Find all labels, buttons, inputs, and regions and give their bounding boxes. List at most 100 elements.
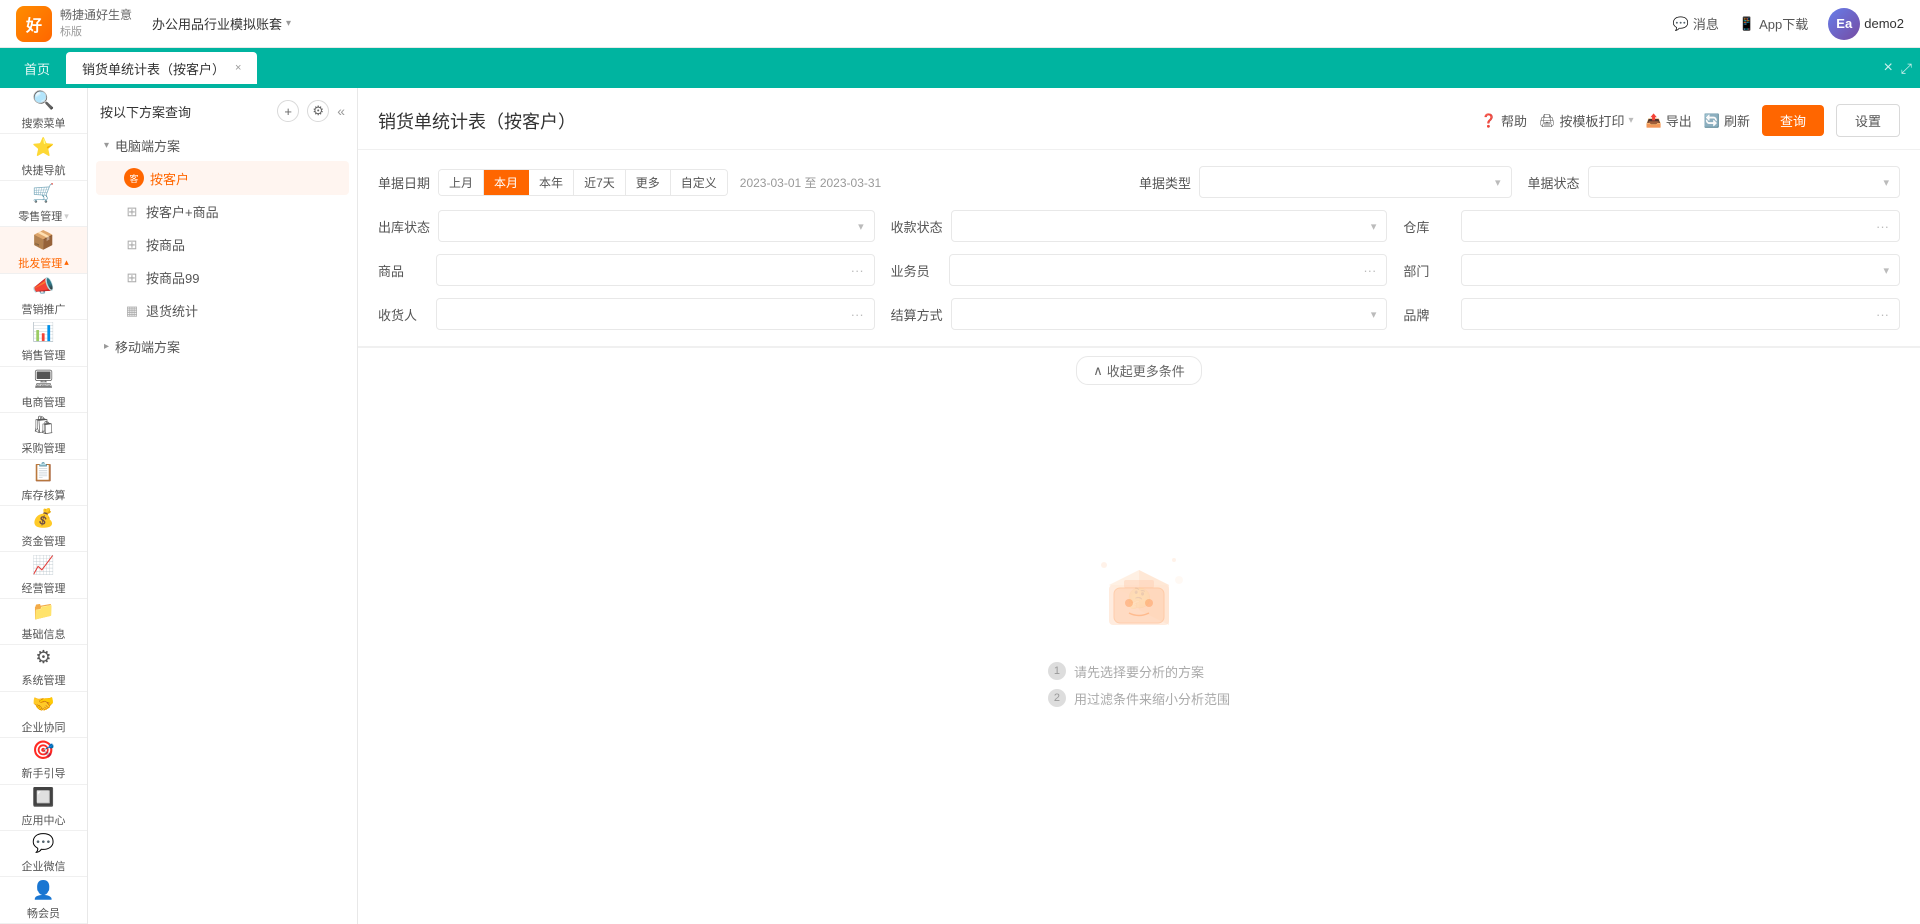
sidebar-item-wholesale[interactable]: 📦 批发管理 ▴ [0,227,87,273]
tree-group-mobile-header[interactable]: ▸ 移动端方案 [96,331,349,362]
bar-chart-icon: ▦ [124,303,140,319]
salesperson-label: 业务员 [891,261,941,280]
tree-chevron-right-icon: ▸ [104,341,109,352]
settings-scheme-button[interactable]: ⚙ [307,100,329,122]
sidebar-item-finance[interactable]: 💰 资金管理 [0,506,87,552]
tree-item-by-goods[interactable]: ⊞ 按商品 [96,228,349,261]
print-icon: 🖨 [1539,113,1556,129]
collapse-conditions-button[interactable]: ∧ 收起更多条件 [1076,356,1202,385]
goods-label: 商品 [378,261,428,280]
settings-button[interactable]: 设置 [1836,104,1900,137]
filter-field-date: 单据日期 上月 本月 本年 近7天 更多 自定义 2023-03-01 至 20… [378,169,1123,196]
chevron-down-icon: ▾ [286,18,291,29]
sidebar-item-wechat[interactable]: 💬 企业微信 [0,831,87,877]
sidebar-item-member[interactable]: 👤 畅会员 [0,877,87,923]
tree-item-by-customer-goods[interactable]: ⊞ 按客户+商品 [96,195,349,228]
add-scheme-button[interactable]: + [277,100,299,122]
sidebar-item-app-center[interactable]: 🔲 应用中心 [0,785,87,831]
doc-type-control[interactable]: ▾ [1199,166,1511,198]
message-action[interactable]: 💬 消息 [1673,14,1719,33]
tree-item-by-goods-99[interactable]: ⊞ 按商品99 [96,261,349,294]
sidebar: 🔍 搜索菜单 ⭐ 快捷导航 🛒 零售管理 ▾ 📦 批发管理 ▴ 📣 营销推广 [0,88,88,924]
empty-tip-1: 1 请先选择要分析的方案 [1048,662,1230,681]
sidebar-item-quick-nav[interactable]: ⭐ 快捷导航 [0,134,87,180]
member-icon: 👤 [32,880,54,901]
date-tab-this-year[interactable]: 本年 [529,170,574,195]
help-icon: ❓ [1481,113,1497,129]
tab-home[interactable]: 首页 [8,52,66,84]
sidebar-item-ecommerce[interactable]: 🖥 电商管理 [0,367,87,413]
template-print-action[interactable]: 🖨 按模板打印 ▾ [1539,111,1634,130]
export-icon: 📤 [1646,113,1662,129]
system-icon: ⚙ [35,647,51,668]
sidebar-item-sales[interactable]: 📊 销售管理 [0,320,87,366]
help-action[interactable]: ❓ 帮助 [1481,111,1527,130]
sidebar-basic-info-label: 基础信息 [22,626,66,642]
sidebar-item-enterprise[interactable]: 🤝 企业协同 [0,692,87,738]
date-tab-this-month[interactable]: 本月 [484,170,529,195]
app-download-label: App下载 [1759,14,1808,33]
goods-control[interactable]: ··· [436,254,875,286]
page-actions: ❓ 帮助 🖨 按模板打印 ▾ 📤 导出 🔄 刷新 查询 设置 [1481,104,1900,137]
sidebar-item-beginner[interactable]: 🎯 新手引导 [0,738,87,784]
consignee-control[interactable]: ··· [436,298,875,330]
doc-status-control[interactable]: ▾ [1588,166,1900,198]
settlement-control[interactable]: ▾ [951,298,1388,330]
goods-dots-icon: ··· [851,263,864,278]
out-status-control[interactable]: ▾ [438,210,875,242]
sidebar-quick-nav-label: 快捷导航 [22,162,66,178]
close-window-icon[interactable]: × [1883,59,1892,77]
sidebar-item-retail[interactable]: 🛒 零售管理 ▾ [0,181,87,227]
sidebar-item-system[interactable]: ⚙ 系统管理 [0,645,87,691]
salesperson-control[interactable]: ··· [949,254,1388,286]
retail-icon: 🛒 [32,183,54,204]
sidebar-item-inventory[interactable]: 📋 库存核算 [0,460,87,506]
export-action[interactable]: 📤 导出 [1646,111,1692,130]
sidebar-item-basic-info[interactable]: 📁 基础信息 [0,599,87,645]
sidebar-retail-label: 零售管理 [18,208,62,224]
sidebar-wechat-label: 企业微信 [22,858,66,874]
sidebar-item-search-menu[interactable]: 🔍 搜索菜单 [0,88,87,134]
export-label: 导出 [1666,111,1692,130]
app-download-action[interactable]: 📱 App下载 [1739,14,1808,33]
tab-sales-stats[interactable]: 销货单统计表（按客户） × [66,52,257,84]
sidebar-item-purchase[interactable]: 🛍 采购管理 [0,413,87,459]
tree-group-desktop-header[interactable]: ▾ 电脑端方案 [96,130,349,161]
tree-item-return-stats[interactable]: ▦ 退货统计 [96,294,349,327]
tab-close-icon[interactable]: × [235,62,241,74]
sidebar-item-operations[interactable]: 📈 经营管理 [0,552,87,598]
retail-arrow-icon: ▾ [64,211,69,222]
sidebar-item-marketing[interactable]: 📣 营销推广 [0,274,87,320]
refresh-icon: 🔄 [1704,113,1720,129]
filter-field-doc-status: 单据状态 ▾ [1528,166,1901,198]
filter-row-1: 单据日期 上月 本月 本年 近7天 更多 自定义 2023-03-01 至 20… [378,166,1900,198]
app-selector-text: 办公用品行业模拟账套 [152,14,282,33]
tree-group-mobile: ▸ 移动端方案 [96,331,349,362]
basic-info-icon: 📁 [32,601,54,622]
date-tab-more[interactable]: 更多 [626,170,671,195]
date-tab-last-month[interactable]: 上月 [439,170,484,195]
collapse-panel-button[interactable]: « [337,103,345,119]
expand-window-icon[interactable]: ⤢ [1901,60,1912,77]
date-label: 单据日期 [378,173,430,192]
tip-text-2: 用过滤条件来缩小分析范围 [1074,689,1230,708]
tree-item-return-stats-label: 退货统计 [146,301,198,320]
print-chevron-icon: ▾ [1629,115,1634,126]
department-control[interactable]: ▾ [1461,254,1900,286]
payment-status-chevron-icon: ▾ [1371,220,1377,233]
logo-area: 好 畅捷通好生意 标版 [16,6,132,42]
date-tab-custom[interactable]: 自定义 [671,170,727,195]
app-selector[interactable]: 办公用品行业模拟账套 ▾ [144,10,299,37]
refresh-action[interactable]: 🔄 刷新 [1704,111,1750,130]
user-area[interactable]: Ea demo2 [1828,8,1904,40]
warehouse-control[interactable]: ··· [1461,210,1900,242]
payment-status-control[interactable]: ▾ [951,210,1388,242]
query-button[interactable]: 查询 [1762,105,1824,136]
filter-panel: 按以下方案查询 + ⚙ « ▾ 电脑端方案 客 按客户 [88,88,358,924]
app-subtitle: 标版 [60,23,132,39]
date-tab-last-7[interactable]: 近7天 [574,170,626,195]
brand-control[interactable]: ··· [1461,298,1900,330]
department-label: 部门 [1403,261,1453,280]
filter-field-consignee: 收货人 ··· [378,298,875,330]
tree-item-by-customer[interactable]: 客 按客户 [96,161,349,195]
